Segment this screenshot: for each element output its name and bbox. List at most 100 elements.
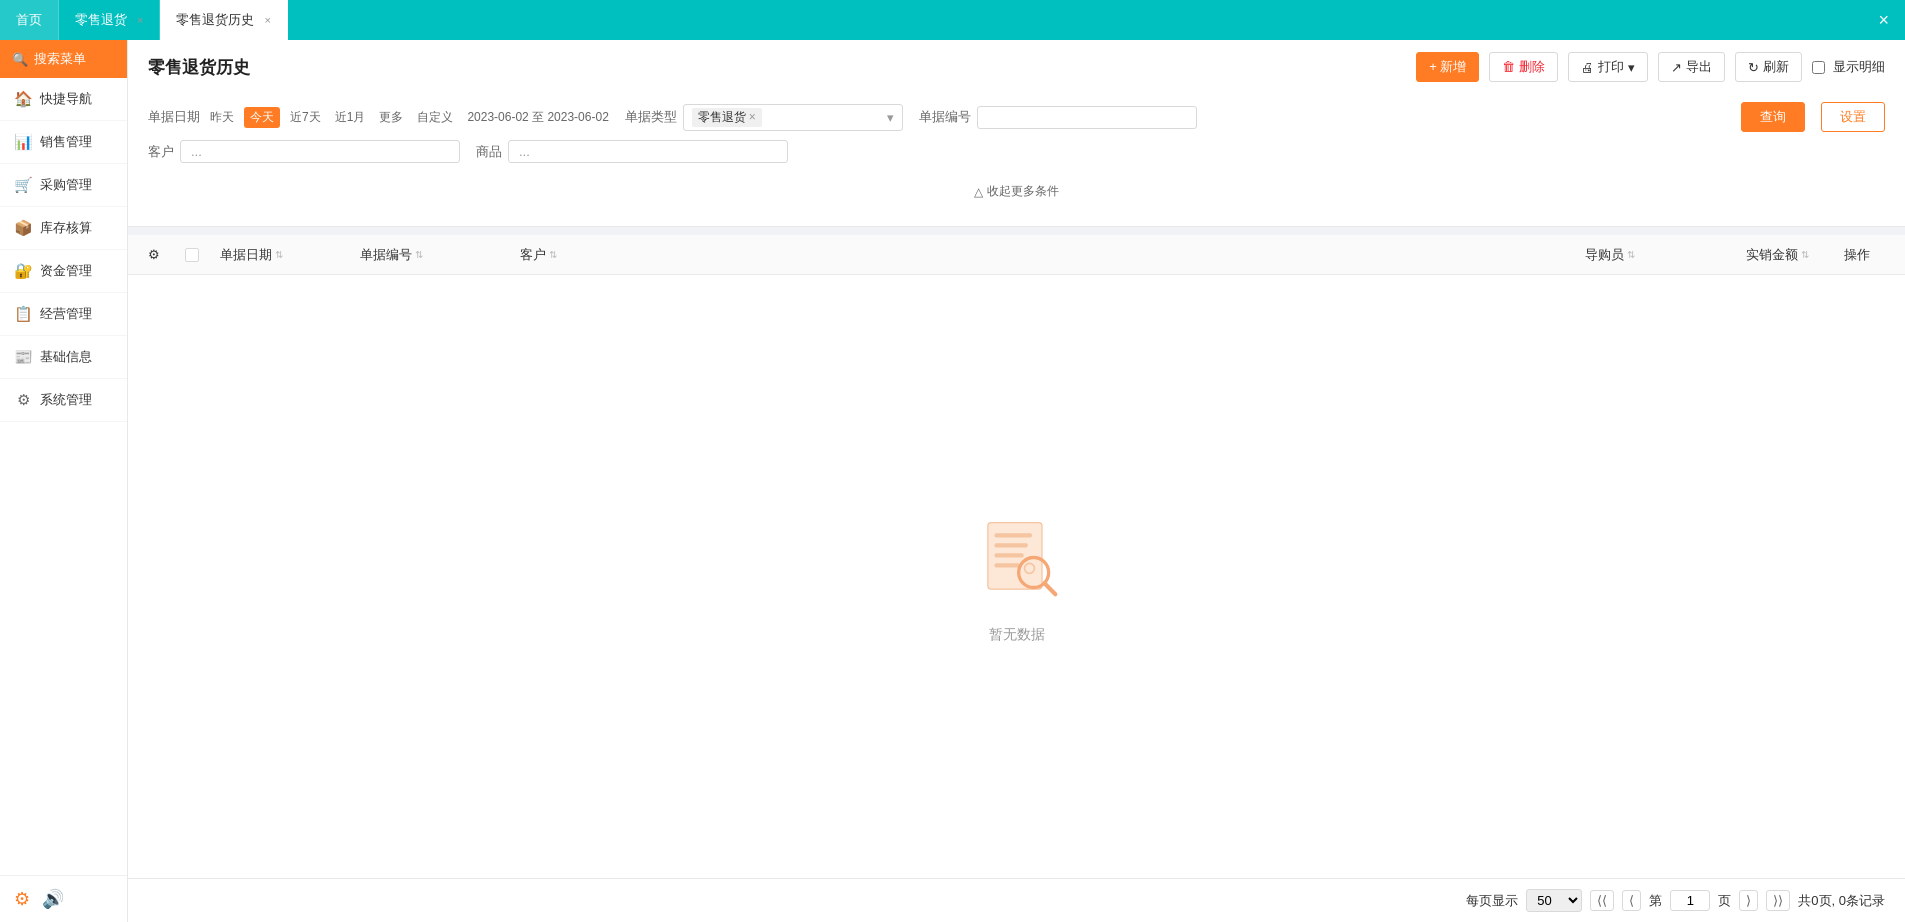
- query-button[interactable]: 查询: [1741, 102, 1805, 132]
- th-operation-label: 操作: [1844, 246, 1870, 264]
- sidebar-item-inventory[interactable]: 📦 库存核算: [0, 207, 127, 250]
- print-label: 打印: [1598, 58, 1624, 76]
- date-opt-1month[interactable]: 近1月: [331, 108, 370, 127]
- doc-type-select[interactable]: 零售退货 × ▾: [683, 104, 903, 131]
- goods-input[interactable]: ...: [508, 140, 788, 163]
- tab-retail-return-label: 零售退货: [75, 11, 127, 29]
- sidebar-item-finance-label: 资金管理: [40, 262, 92, 280]
- window-close-button[interactable]: ×: [1862, 10, 1905, 31]
- table-checkbox-all[interactable]: [172, 248, 212, 262]
- empty-text: 暂无数据: [989, 626, 1045, 644]
- customer-input[interactable]: ...: [180, 140, 460, 163]
- customer-label: 客户: [148, 143, 174, 161]
- tab-home-label: 首页: [16, 11, 42, 29]
- print-icon: 🖨: [1581, 60, 1594, 75]
- doc-num-filter: 单据编号: [919, 106, 1197, 129]
- prev-page-button[interactable]: ⟨: [1622, 890, 1641, 911]
- date-opt-yesterday[interactable]: 昨天: [206, 108, 238, 127]
- sidebar-item-operations-label: 经营管理: [40, 305, 92, 323]
- sidebar-item-quicknav[interactable]: 🏠 快捷导航: [0, 78, 127, 121]
- th-doc-num: 单据编号 ⇅: [352, 246, 512, 264]
- add-button[interactable]: + 新增: [1416, 52, 1479, 82]
- table-area: ⚙ 单据日期 ⇅ 单据编号 ⇅ 客户 ⇅ 导购员 ⇅: [128, 235, 1905, 922]
- sidebar-item-purchase-label: 采购管理: [40, 176, 92, 194]
- last-page-button[interactable]: ⟩⟩: [1766, 890, 1790, 911]
- volume-icon[interactable]: 🔊: [42, 888, 64, 910]
- system-icon: ⚙: [14, 391, 32, 409]
- sidebar-item-basic-info[interactable]: 📰 基础信息: [0, 336, 127, 379]
- customer-placeholder: ...: [191, 144, 202, 159]
- first-page-button[interactable]: ⟨⟨: [1590, 890, 1614, 911]
- th-amount-sort-icon[interactable]: ⇅: [1801, 249, 1809, 260]
- doc-type-tag-remove[interactable]: ×: [749, 110, 756, 124]
- sidebar-item-sales[interactable]: 📊 销售管理: [0, 121, 127, 164]
- tab-retail-return-history-close[interactable]: ×: [264, 14, 270, 26]
- sidebar-item-quicknav-label: 快捷导航: [40, 90, 92, 108]
- th-date-sort-icon[interactable]: ⇅: [275, 249, 283, 260]
- display-toggle-label: 显示明细: [1833, 58, 1885, 76]
- per-page-label: 每页显示: [1466, 892, 1518, 910]
- goods-filter: 商品 ...: [476, 140, 788, 163]
- date-opt-custom[interactable]: 自定义: [413, 108, 457, 127]
- export-button[interactable]: ↗ 导出: [1658, 52, 1725, 82]
- top-bar: 首页 零售退货 × 零售退货历史 × ×: [0, 0, 1905, 40]
- operations-icon: 📋: [14, 305, 32, 323]
- display-toggle[interactable]: 显示明细: [1812, 58, 1885, 76]
- toolbar: + 新增 🗑 删除 🖨 打印 ▾ ↗ 导出 ↻ 刷新: [1416, 52, 1885, 82]
- collapse-button[interactable]: △ 收起更多条件: [962, 179, 1071, 204]
- th-guide-sort-icon[interactable]: ⇅: [1627, 249, 1635, 260]
- date-filter: 单据日期 昨天 今天 近7天 近1月 更多 自定义 2023-06-02 至 2…: [148, 107, 609, 128]
- th-customer-label: 客户: [520, 246, 546, 264]
- collapse-icon: △: [974, 185, 983, 199]
- next-page-button[interactable]: ⟩: [1739, 890, 1758, 911]
- svg-rect-2: [994, 543, 1027, 547]
- date-opt-7days[interactable]: 近7天: [286, 108, 325, 127]
- basic-info-icon: 📰: [14, 348, 32, 366]
- print-dropdown-icon: ▾: [1628, 60, 1635, 75]
- doc-type-label: 单据类型: [625, 108, 677, 126]
- refresh-button[interactable]: ↻ 刷新: [1735, 52, 1802, 82]
- sidebar-item-basic-info-label: 基础信息: [40, 348, 92, 366]
- sidebar-item-system[interactable]: ⚙ 系统管理: [0, 379, 127, 422]
- sidebar-search-label: 搜索菜单: [34, 50, 86, 68]
- pagination-bar: 每页显示 50 20 100 ⟨⟨ ⟨ 第 1 页 ⟩ ⟩⟩ 共0页, 0条记录: [128, 878, 1905, 922]
- th-customer-sort-icon[interactable]: ⇅: [549, 249, 557, 260]
- table-settings-icon[interactable]: ⚙: [136, 247, 172, 262]
- customer-filter: 客户 ...: [148, 140, 460, 163]
- settings-icon[interactable]: ⚙: [14, 888, 30, 910]
- svg-rect-1: [994, 533, 1032, 537]
- settings-filter-button[interactable]: 设置: [1821, 102, 1885, 132]
- home-icon: 🏠: [14, 90, 32, 108]
- doc-num-label: 单据编号: [919, 108, 971, 126]
- page-header-top: 零售退货历史 + 新增 🗑 删除 🖨 打印 ▾ ↗ 导出 ↻: [148, 52, 1885, 82]
- print-button[interactable]: 🖨 打印 ▾: [1568, 52, 1648, 82]
- content-area: 零售退货历史 + 新增 🗑 删除 🖨 打印 ▾ ↗ 导出 ↻: [128, 40, 1905, 922]
- tab-retail-return-history[interactable]: 零售退货历史 ×: [160, 0, 287, 40]
- sidebar-item-purchase[interactable]: 🛒 采购管理: [0, 164, 127, 207]
- tab-retail-return-close[interactable]: ×: [137, 14, 143, 26]
- sidebar-item-finance[interactable]: 🔐 资金管理: [0, 250, 127, 293]
- checkbox-all-box[interactable]: [185, 248, 199, 262]
- th-doc-num-sort-icon[interactable]: ⇅: [415, 249, 423, 260]
- tab-home[interactable]: 首页: [0, 0, 59, 40]
- page-number-input[interactable]: 1: [1670, 890, 1710, 911]
- svg-point-7: [1024, 563, 1034, 573]
- table-header: ⚙ 单据日期 ⇅ 单据编号 ⇅ 客户 ⇅ 导购员 ⇅: [128, 235, 1905, 275]
- sidebar-item-system-label: 系统管理: [40, 391, 92, 409]
- doc-num-input[interactable]: [977, 106, 1197, 129]
- display-toggle-checkbox[interactable]: [1812, 61, 1825, 74]
- tab-retail-return-history-label: 零售退货历史: [176, 11, 254, 29]
- sidebar-item-inventory-label: 库存核算: [40, 219, 92, 237]
- tab-retail-return[interactable]: 零售退货 ×: [59, 0, 160, 40]
- date-opt-more[interactable]: 更多: [375, 108, 407, 127]
- delete-button[interactable]: 🗑 删除: [1489, 52, 1558, 82]
- date-options: 昨天 今天 近7天 近1月 更多 自定义: [206, 107, 457, 128]
- th-guide-label: 导购员: [1585, 246, 1624, 264]
- export-icon: ↗: [1671, 60, 1682, 75]
- filter-area: 单据日期 昨天 今天 近7天 近1月 更多 自定义 2023-06-02 至 2…: [148, 92, 1885, 226]
- sidebar-search-button[interactable]: 🔍 搜索菜单: [0, 40, 127, 78]
- date-opt-today[interactable]: 今天: [244, 107, 280, 128]
- sidebar-item-operations[interactable]: 📋 经营管理: [0, 293, 127, 336]
- goods-placeholder: ...: [519, 144, 530, 159]
- per-page-select[interactable]: 50 20 100: [1526, 889, 1582, 912]
